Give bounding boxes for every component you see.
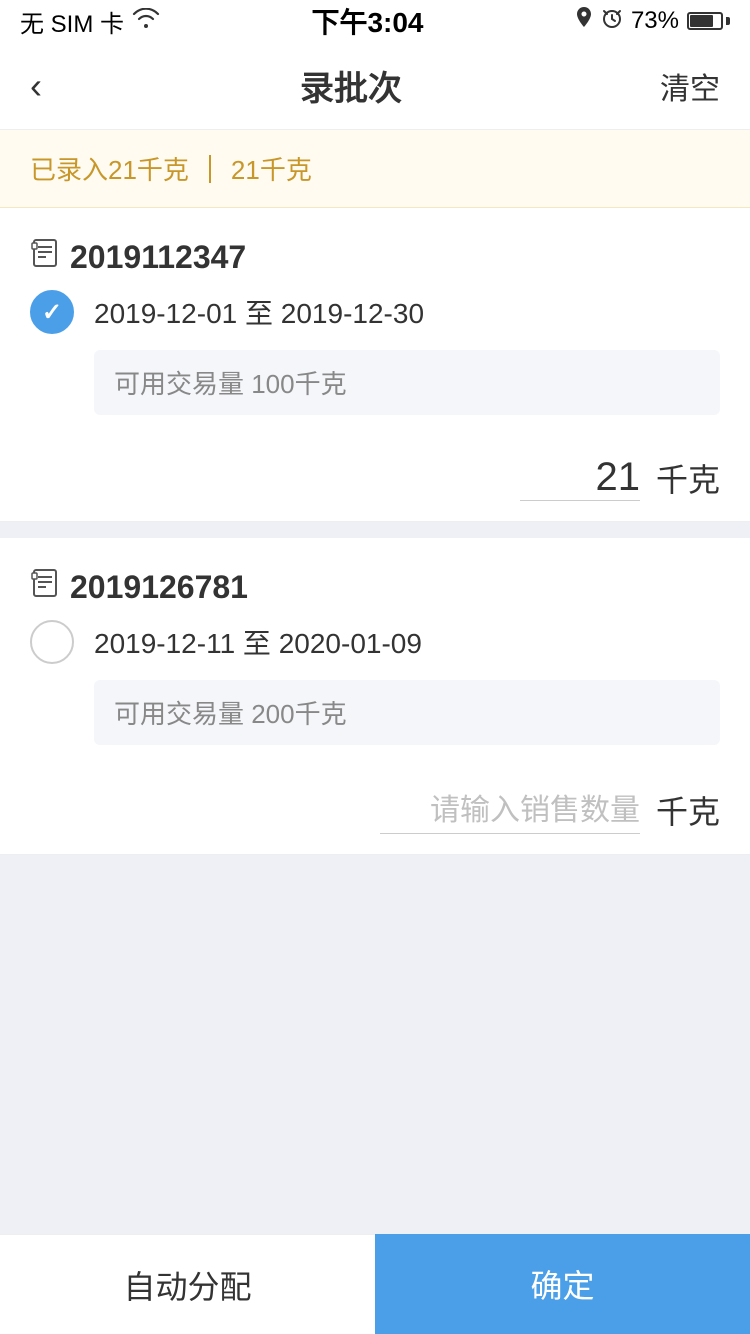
- item2-row[interactable]: 2019-12-11 至 2020-01-09: [30, 620, 720, 664]
- summary-value: 21千克: [231, 150, 312, 187]
- section-divider: [0, 522, 750, 538]
- batch-item-1: 2019112347 2019-12-01 至 2019-12-30 可用交易量…: [0, 208, 750, 435]
- battery-percent: 73%: [631, 7, 679, 35]
- item2-header: 2019126781: [30, 568, 720, 606]
- empty-area: [0, 855, 750, 1255]
- item2-available: 可用交易量 200千克: [94, 680, 720, 745]
- status-time: 下午3:04: [311, 1, 423, 41]
- auto-distribute-button[interactable]: 自动分配: [0, 1234, 375, 1334]
- item2-id: 2019126781: [70, 569, 248, 606]
- item1-row[interactable]: 2019-12-01 至 2019-12-30: [30, 290, 720, 334]
- item1-icon: [30, 238, 60, 276]
- page-title: 录批次: [300, 61, 402, 110]
- item1-unit: 千克: [656, 455, 720, 501]
- item2-quantity-input[interactable]: 请输入销售数量: [380, 785, 640, 834]
- item1-amount-value[interactable]: 21: [595, 455, 640, 499]
- summary-divider: [209, 155, 211, 183]
- summary-label: 已录入21千克: [30, 150, 189, 187]
- item2-date: 2019-12-11 至 2020-01-09: [94, 622, 422, 662]
- item1-amount-container[interactable]: 21: [520, 455, 640, 501]
- location-icon: [575, 7, 593, 36]
- content-area: 2019112347 2019-12-01 至 2019-12-30 可用交易量…: [0, 208, 750, 1255]
- battery-icon: [687, 12, 730, 30]
- item1-header: 2019112347: [30, 238, 720, 276]
- batch-item-2: 2019126781 2019-12-11 至 2020-01-09 可用交易量…: [0, 538, 750, 765]
- bottom-bar: 自动分配 确定: [0, 1234, 750, 1334]
- clear-button[interactable]: 清空: [660, 64, 720, 108]
- item1-amount-row: 21 千克: [0, 435, 750, 522]
- item1-available: 可用交易量 100千克: [94, 350, 720, 415]
- status-right: 73%: [575, 7, 730, 36]
- status-bar: 无 SIM 卡 下午3:04 73%: [0, 0, 750, 42]
- item2-radio[interactable]: [30, 620, 74, 664]
- wifi-icon: [132, 7, 160, 35]
- item1-id: 2019112347: [70, 239, 246, 276]
- no-sim-text: 无 SIM 卡: [20, 4, 124, 39]
- item1-date: 2019-12-01 至 2019-12-30: [94, 292, 424, 332]
- summary-bar: 已录入21千克 21千克: [0, 130, 750, 208]
- item2-icon: [30, 568, 60, 606]
- item2-input-row: 请输入销售数量 千克: [0, 765, 750, 855]
- item1-radio[interactable]: [30, 290, 74, 334]
- item2-unit: 千克: [656, 787, 720, 833]
- status-left: 无 SIM 卡: [20, 4, 160, 39]
- alarm-icon: [601, 7, 623, 36]
- back-button[interactable]: ‹: [30, 65, 42, 107]
- confirm-button[interactable]: 确定: [375, 1234, 750, 1334]
- nav-bar: ‹ 录批次 清空: [0, 42, 750, 130]
